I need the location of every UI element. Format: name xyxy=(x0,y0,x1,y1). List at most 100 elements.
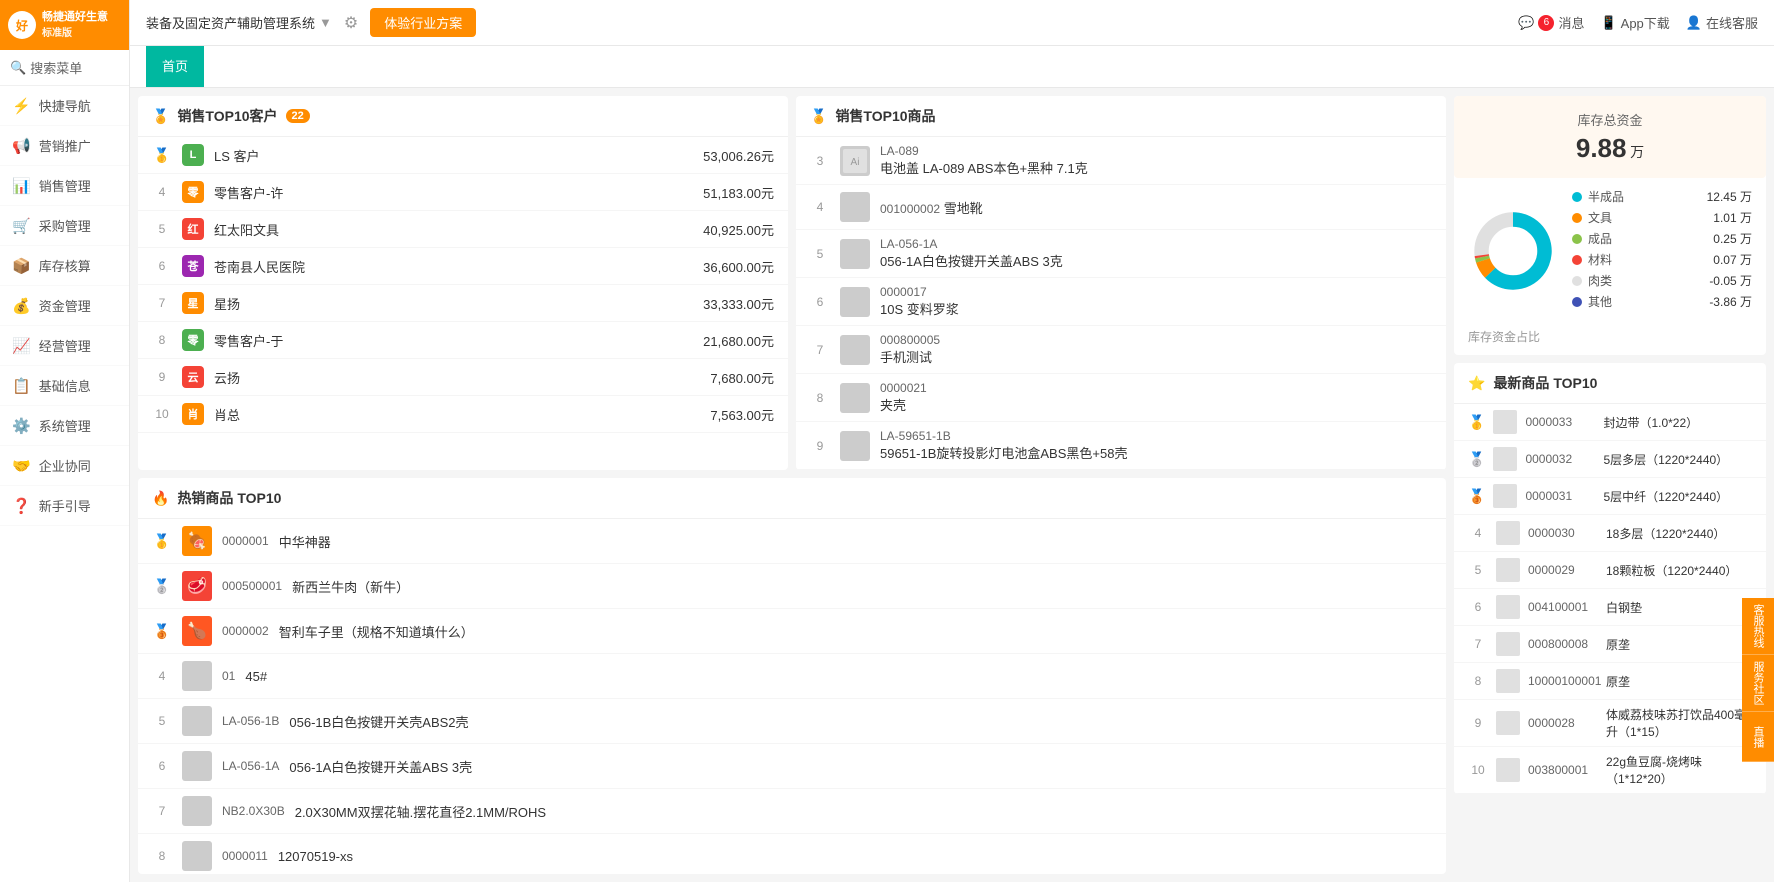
product-image xyxy=(1493,447,1517,471)
product-name: 手机测试 xyxy=(880,347,1432,366)
rank-medal: 🥇 xyxy=(1468,414,1485,431)
sidebar-item-inventory[interactable]: 📦 库存核算 xyxy=(0,246,129,286)
logo-sub: 标准版 xyxy=(42,24,108,39)
rank-num: 6 xyxy=(1468,600,1488,614)
legend-value: -3.86 万 xyxy=(1709,293,1752,310)
rank-num: 5 xyxy=(152,222,172,236)
newest-row: 🥈 0000032 5层多层（1220*2440） xyxy=(1454,441,1766,478)
top-products-sales-header: 🏅 销售TOP10商品 xyxy=(796,96,1446,137)
sidebar-item-sales[interactable]: 📊 销售管理 xyxy=(0,166,129,206)
inventory-value-row: 9.88 万 xyxy=(1468,133,1752,164)
top-products-sales-panel: 🏅 销售TOP10商品 3 Ai LA-089 电池盖 LA-089 ABS本色… xyxy=(796,96,1446,470)
top-products-sales-title: 销售TOP10商品 xyxy=(835,106,935,126)
sidebar-item-operations[interactable]: 📈 经营管理 xyxy=(0,326,129,366)
sidebar-item-system[interactable]: ⚙️ 系统管理 xyxy=(0,406,129,446)
top-customers-header: 🏅 销售TOP10客户 22 xyxy=(138,96,788,137)
rank-num: 6 xyxy=(810,295,830,309)
product-code: 0000021 xyxy=(880,381,1432,395)
inventory-panel: 库存总资金 9.88 万 xyxy=(1454,96,1766,355)
message-icon: 💬 xyxy=(1518,15,1534,31)
sidebar-item-quick-nav[interactable]: ⚡ 快捷导航 xyxy=(0,86,129,126)
product-name: 5层多层（1220*2440） xyxy=(1603,451,1752,468)
product-name: 12070519-xs xyxy=(278,849,353,864)
sidebar-item-label: 新手引导 xyxy=(39,496,91,515)
product-row: 🥈 🥩 000500001 新西兰牛肉（新牛） xyxy=(138,564,1446,609)
trophy-icon: 🏅 xyxy=(810,108,827,125)
product-image xyxy=(182,751,212,781)
avatar: 星 xyxy=(182,292,204,314)
customer-amount: 40,925.00元 xyxy=(703,220,774,239)
product-name: 原垄 xyxy=(1606,673,1752,690)
search-label: 搜索菜单 xyxy=(30,58,82,77)
float-btn-community[interactable]: 服务社区 xyxy=(1742,655,1774,712)
hot-products-panel: 🔥 热销商品 TOP10 🥇 🍖 0000001 中华神器 🥈 🥩 000500… xyxy=(138,478,1446,874)
rank-num: 7 xyxy=(1468,637,1488,651)
product-image xyxy=(182,841,212,871)
rank-num: 5 xyxy=(152,714,172,728)
float-btn-service[interactable]: 客服热线 xyxy=(1742,598,1774,655)
trial-button[interactable]: 体验行业方案 xyxy=(370,8,476,37)
tab-home[interactable]: 首页 xyxy=(146,46,204,87)
purchase-icon: 🛒 xyxy=(12,217,31,235)
legend-item-finished: 成品 0.25 万 xyxy=(1572,230,1752,247)
rank-num: 9 xyxy=(1468,716,1488,730)
legend-dot xyxy=(1572,234,1582,244)
sidebar-item-enterprise[interactable]: 🤝 企业协同 xyxy=(0,446,129,486)
newest-row: 8 10000100001 原垄 xyxy=(1454,663,1766,700)
float-buttons: 客服热线 服务社区 直播 xyxy=(1742,598,1774,762)
sidebar-item-label: 销售管理 xyxy=(39,176,91,195)
product-code: 0000029 xyxy=(1528,563,1598,577)
newest-row: 10 003800001 22g鱼豆腐-烧烤味（1*12*20） xyxy=(1454,747,1766,794)
sidebar-search[interactable]: 🔍 搜索菜单 xyxy=(0,50,129,86)
product-row: 7 NB2.0X30B 2.0X30MM双摆花轴.摆花直径2.1MM/ROHS xyxy=(138,789,1446,834)
messages-item[interactable]: 💬 6 消息 xyxy=(1518,13,1584,32)
sidebar-item-marketing[interactable]: 📢 营销推广 xyxy=(0,126,129,166)
content: 🏅 销售TOP10客户 22 🥇 L LS 客户 53,006.26元 4 xyxy=(130,88,1774,882)
product-name: 智利车子里（规格不知道填什么） xyxy=(279,622,474,641)
dropdown-icon[interactable]: ▼ xyxy=(319,15,332,30)
rank-num: 4 xyxy=(810,200,830,214)
sidebar-item-finance[interactable]: 💰 资金管理 xyxy=(0,286,129,326)
legend-name: 材料 xyxy=(1588,251,1707,268)
newest-products-header: ⭐ 最新商品 TOP10 xyxy=(1454,363,1766,404)
rank-num: 3 xyxy=(810,154,830,168)
settings-icon[interactable]: ⚙ xyxy=(344,13,358,33)
messages-label: 消息 xyxy=(1558,13,1584,32)
rank-medal: 🥇 xyxy=(152,533,172,550)
product-image xyxy=(1496,521,1520,545)
avatar: 苍 xyxy=(182,255,204,277)
product-image xyxy=(182,796,212,826)
customer-amount: 33,333.00元 xyxy=(703,294,774,313)
product-image xyxy=(1496,758,1520,782)
table-row: 🥇 L LS 客户 53,006.26元 xyxy=(138,137,788,174)
sidebar-item-guide[interactable]: ❓ 新手引导 xyxy=(0,486,129,526)
top-products-sales-body: 3 Ai LA-089 电池盖 LA-089 ABS本色+黑种 7.1克 4 xyxy=(796,137,1446,470)
newest-products-panel: ⭐ 最新商品 TOP10 🥇 0000033 封边带（1.0*22） 🥈 000… xyxy=(1454,363,1766,794)
finance-icon: 💰 xyxy=(12,297,31,315)
sidebar-item-basics[interactable]: 📋 基础信息 xyxy=(0,366,129,406)
rank-num: 8 xyxy=(810,391,830,405)
table-row: 4 零 零售客户-许 51,183.00元 xyxy=(138,174,788,211)
inventory-unit: 万 xyxy=(1630,144,1644,160)
product-name: 59651-1B旋转投影灯电池盒ABS黑色+58壳 xyxy=(880,443,1432,462)
product-info: LA-089 电池盖 LA-089 ABS本色+黑种 7.1克 xyxy=(880,144,1432,177)
product-info: LA-59651-1B 59651-1B旋转投影灯电池盒ABS黑色+58壳 xyxy=(880,429,1432,462)
medal-icon: 🏅 xyxy=(152,108,169,125)
float-btn-live[interactable]: 直播 xyxy=(1742,712,1774,762)
online-service-item[interactable]: 👤 在线客服 xyxy=(1686,13,1758,32)
product-code: LA-056-1B xyxy=(222,714,279,728)
product-row: 5 LA-056-1B 056-1B白色按键开关壳ABS2壳 xyxy=(138,699,1446,744)
sidebar-item-purchase[interactable]: 🛒 采购管理 xyxy=(0,206,129,246)
sidebar-item-label: 营销推广 xyxy=(39,136,91,155)
legend-item-meat: 肉类 -0.05 万 xyxy=(1572,272,1752,289)
product-image xyxy=(840,383,870,413)
search-icon: 🔍 xyxy=(10,60,26,76)
app-download-item[interactable]: 📱 App下载 xyxy=(1600,13,1669,32)
product-code: 01 xyxy=(222,669,235,683)
hot-products-header: 🔥 热销商品 TOP10 xyxy=(138,478,1446,519)
rank-medal: 🥈 xyxy=(152,578,172,595)
inventory-label: 库存总资金 xyxy=(1468,110,1752,129)
avatar: 零 xyxy=(182,329,204,351)
product-image: 🍗 xyxy=(182,616,212,646)
inventory-ratio-label: 库存资金占比 xyxy=(1454,324,1766,355)
